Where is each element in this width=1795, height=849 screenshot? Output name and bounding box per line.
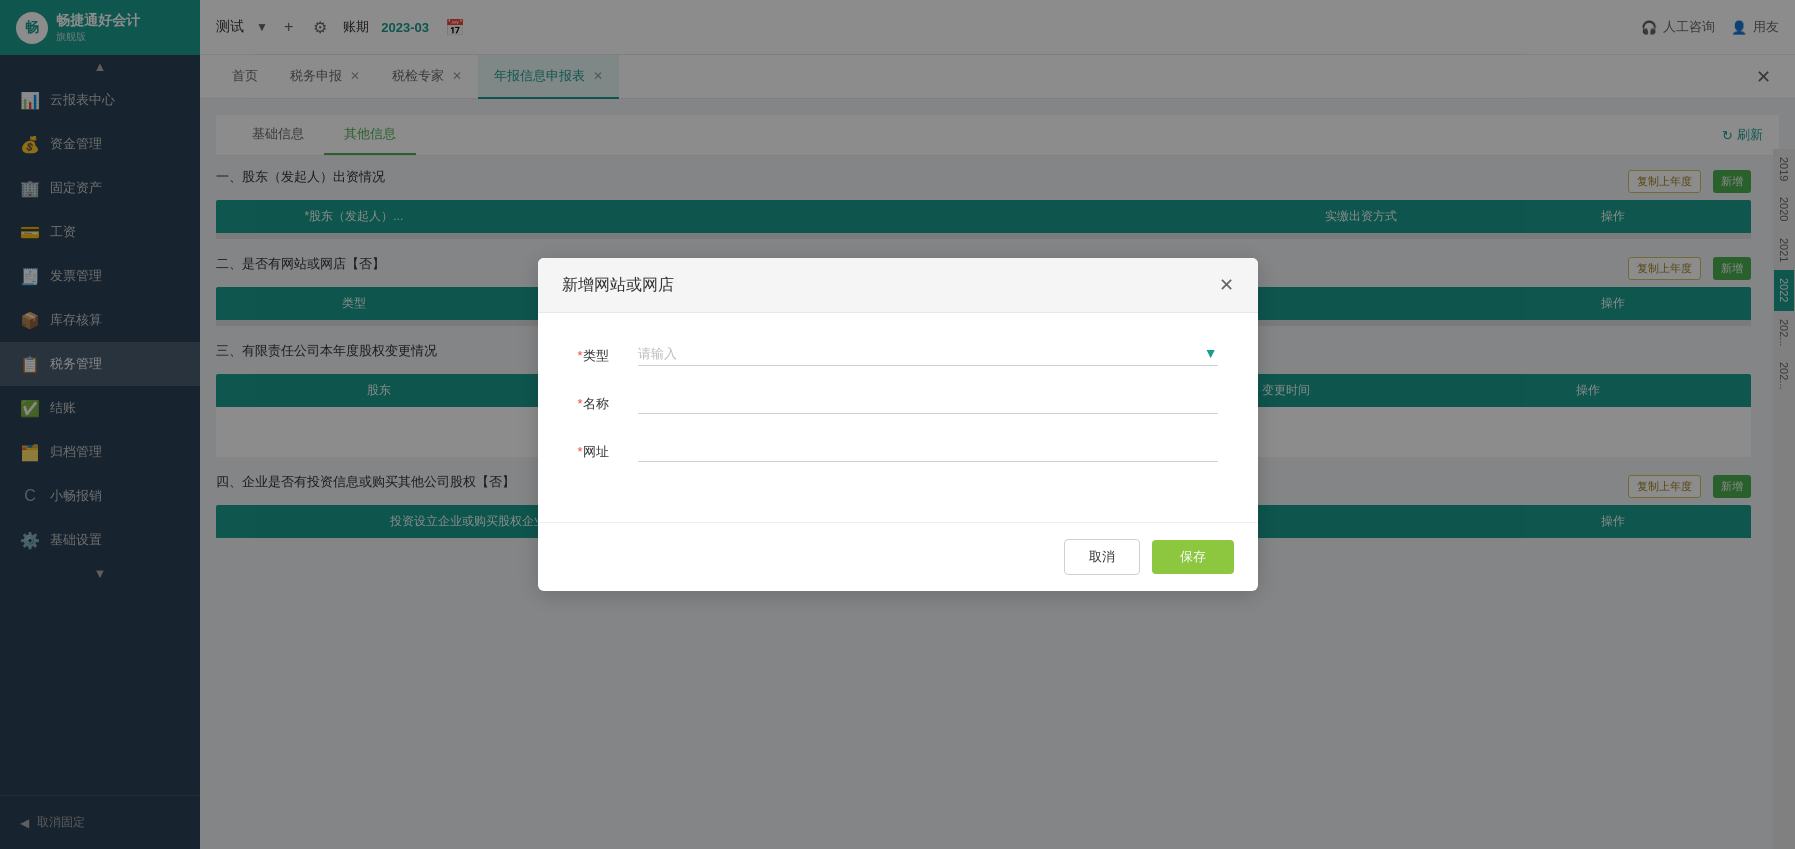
- modal-close-button[interactable]: ✕: [1219, 274, 1234, 296]
- modal-overlay[interactable]: 新增网站或网店 ✕ *类型 ▼ *名称: [0, 0, 1795, 849]
- form-row-url: *网址: [578, 442, 1218, 462]
- modal-title: 新增网站或网店: [562, 275, 674, 296]
- type-input-wrapper: ▼: [638, 345, 1218, 366]
- save-button[interactable]: 保存: [1152, 540, 1234, 574]
- type-dropdown-arrow[interactable]: ▼: [1204, 345, 1218, 361]
- form-row-name: *名称: [578, 394, 1218, 414]
- form-row-type: *类型 ▼: [578, 345, 1218, 366]
- type-input[interactable]: [638, 346, 1204, 361]
- modal-body: *类型 ▼ *名称 *网址: [538, 313, 1258, 522]
- url-input-wrapper: [638, 442, 1218, 462]
- name-input[interactable]: [638, 394, 1218, 409]
- modal-header: 新增网站或网店 ✕: [538, 258, 1258, 313]
- name-input-wrapper: [638, 394, 1218, 414]
- cancel-button[interactable]: 取消: [1064, 539, 1140, 575]
- add-website-modal: 新增网站或网店 ✕ *类型 ▼ *名称: [538, 258, 1258, 591]
- url-input[interactable]: [638, 442, 1218, 457]
- modal-footer: 取消 保存: [538, 522, 1258, 591]
